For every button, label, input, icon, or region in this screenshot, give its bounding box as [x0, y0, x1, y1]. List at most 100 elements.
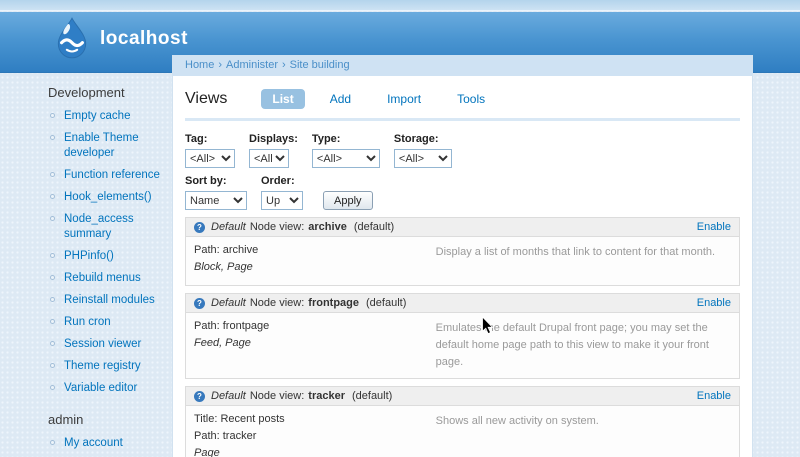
- sort-by-select[interactable]: Name: [185, 191, 247, 210]
- breadcrumb-administer[interactable]: Administer: [226, 59, 278, 71]
- enable-link[interactable]: Enable: [697, 297, 731, 309]
- tag-label: Tag:: [185, 133, 208, 145]
- help-icon[interactable]: ?: [194, 390, 205, 402]
- view-suffix: (default): [353, 221, 395, 233]
- sidebar: Development Empty cache Enable Theme dev…: [0, 73, 172, 457]
- tab-list[interactable]: List: [261, 89, 305, 109]
- bullet-icon: [50, 135, 55, 140]
- sidebar-item-phpinfo[interactable]: PHPinfo(): [50, 249, 160, 264]
- view-displays: Page: [194, 447, 220, 457]
- apply-button[interactable]: Apply: [323, 191, 373, 210]
- storage-select[interactable]: <All>: [393, 149, 452, 168]
- view-row-body: Path: archive Block, Page Display a list…: [186, 237, 739, 285]
- breadcrumb-site-building[interactable]: Site building: [290, 59, 350, 71]
- breadcrumb: Home › Administer › Site building: [173, 55, 752, 76]
- view-row-body: Title: Recent posts Path: tracker Page S…: [186, 406, 739, 457]
- sidebar-item-run-cron[interactable]: Run cron: [50, 315, 160, 330]
- view-details: Title: Recent posts Path: tracker Page: [194, 413, 436, 457]
- bullet-icon: [50, 113, 55, 118]
- sidebar-item-function-reference[interactable]: Function reference: [50, 168, 160, 183]
- view-displays: Block, Page: [194, 261, 253, 273]
- sort-by-label: Sort by:: [185, 175, 227, 187]
- enable-link[interactable]: Enable: [697, 390, 731, 402]
- view-kind: Node view:: [249, 221, 305, 233]
- bullet-icon: [50, 253, 55, 258]
- sidebar-item-hook-elements[interactable]: Hook_elements(): [50, 190, 160, 205]
- view-name: archive: [308, 221, 347, 233]
- title-and-tabs-row: Views List Add Import Tools: [185, 85, 740, 121]
- sidebar-item-node-access-summary[interactable]: Node_access summary: [50, 212, 160, 242]
- filter-row-1: Tag: <All> Displays: <All> Type: <All> S…: [185, 133, 740, 168]
- order-select[interactable]: Up: [261, 191, 303, 210]
- sidebar-item-session-viewer[interactable]: Session viewer: [50, 337, 160, 352]
- view-suffix: (default): [351, 390, 393, 403]
- view-type: Default: [211, 297, 246, 309]
- filter-sort-by: Sort by: Name: [185, 175, 247, 210]
- sidebar-item-my-account[interactable]: My account: [50, 436, 160, 451]
- bullet-icon: [50, 341, 55, 346]
- filter-type: Type: <All>: [311, 133, 380, 168]
- view-row-header: ? Default Node view: archive (default) E…: [186, 218, 739, 237]
- site-name[interactable]: localhost: [100, 28, 188, 50]
- enable-link[interactable]: Enable: [697, 221, 731, 233]
- filter-row-2: Sort by: Name Order: Up Apply: [185, 175, 740, 210]
- bullet-icon: [50, 194, 55, 199]
- breadcrumb-separator: ›: [218, 59, 223, 71]
- filter-tag: Tag: <All>: [185, 133, 235, 168]
- view-path: Path: tracker: [194, 430, 257, 443]
- view-row-header: ? Default Node view: tracker (default) E…: [186, 387, 739, 407]
- mouse-cursor: [482, 316, 494, 335]
- displays-select[interactable]: <All>: [249, 149, 289, 168]
- main-content-panel: Home › Administer › Site building Views List…: [172, 55, 753, 457]
- view-type: Default: [211, 390, 246, 403]
- view-row-body: Path: frontpage Feed, Page Emulates the …: [186, 313, 739, 379]
- sidebar-section-title-development: Development: [48, 85, 125, 100]
- breadcrumb-separator: ›: [281, 59, 286, 71]
- view-row-archive: ? Default Node view: archive (default) E…: [185, 217, 740, 286]
- type-label: Type:: [311, 133, 341, 145]
- views-filters: Tag: <All> Displays: <All> Type: <All> S…: [185, 133, 740, 210]
- view-description: Emulates the default Drupal front page; …: [435, 322, 709, 369]
- filter-order: Order: Up: [261, 175, 303, 210]
- bullet-icon: [50, 172, 55, 177]
- view-description: Shows all new activity on system.: [435, 415, 599, 428]
- sidebar-item-rebuild-menus[interactable]: Rebuild menus: [50, 271, 160, 286]
- sidebar-item-reinstall-modules[interactable]: Reinstall modules: [50, 293, 160, 308]
- bullet-icon: [50, 275, 55, 280]
- drupal-logo[interactable]: [55, 17, 89, 59]
- view-description: Display a list of months that link to co…: [435, 246, 716, 258]
- bullet-icon: [50, 363, 55, 368]
- bullet-icon: [50, 297, 55, 302]
- tag-select[interactable]: <All>: [185, 149, 235, 168]
- sidebar-item-variable-editor[interactable]: Variable editor: [50, 381, 160, 396]
- view-row-header: ? Default Node view: frontpage (default)…: [186, 294, 739, 313]
- page-title: Views: [185, 90, 228, 107]
- type-select[interactable]: <All>: [311, 149, 380, 168]
- view-row-frontpage: ? Default Node view: frontpage (default)…: [185, 293, 740, 380]
- view-details: Path: archive Block, Page: [194, 244, 436, 278]
- view-title: Title: Recent posts: [194, 413, 285, 426]
- view-name: tracker: [308, 390, 345, 403]
- help-icon[interactable]: ?: [194, 221, 205, 233]
- tab-import[interactable]: Import: [376, 89, 432, 109]
- tab-add[interactable]: Add: [319, 89, 362, 109]
- view-path: Path: archive: [194, 244, 259, 256]
- top-strip: [0, 0, 800, 11]
- sidebar-section-title-admin: admin: [48, 412, 84, 427]
- view-displays: Feed, Page: [194, 337, 251, 349]
- drupal-admin-page: localhost Development Empty cache Enable…: [0, 0, 800, 457]
- bullet-icon: [50, 216, 55, 221]
- view-name: frontpage: [308, 297, 360, 309]
- view-kind: Node view:: [249, 390, 305, 403]
- filter-storage: Storage: <All>: [393, 133, 452, 168]
- sidebar-item-empty-cache[interactable]: Empty cache: [50, 109, 160, 124]
- help-icon[interactable]: ?: [194, 297, 205, 309]
- breadcrumb-home[interactable]: Home: [185, 59, 214, 71]
- bullet-icon: [50, 385, 55, 390]
- order-label: Order:: [261, 175, 295, 187]
- sidebar-item-theme-registry[interactable]: Theme registry: [50, 359, 160, 374]
- view-suffix: (default): [366, 297, 407, 309]
- sidebar-item-enable-theme-developer[interactable]: Enable Theme developer: [50, 131, 160, 161]
- tab-tools[interactable]: Tools: [446, 89, 496, 109]
- view-type: Default: [211, 221, 246, 233]
